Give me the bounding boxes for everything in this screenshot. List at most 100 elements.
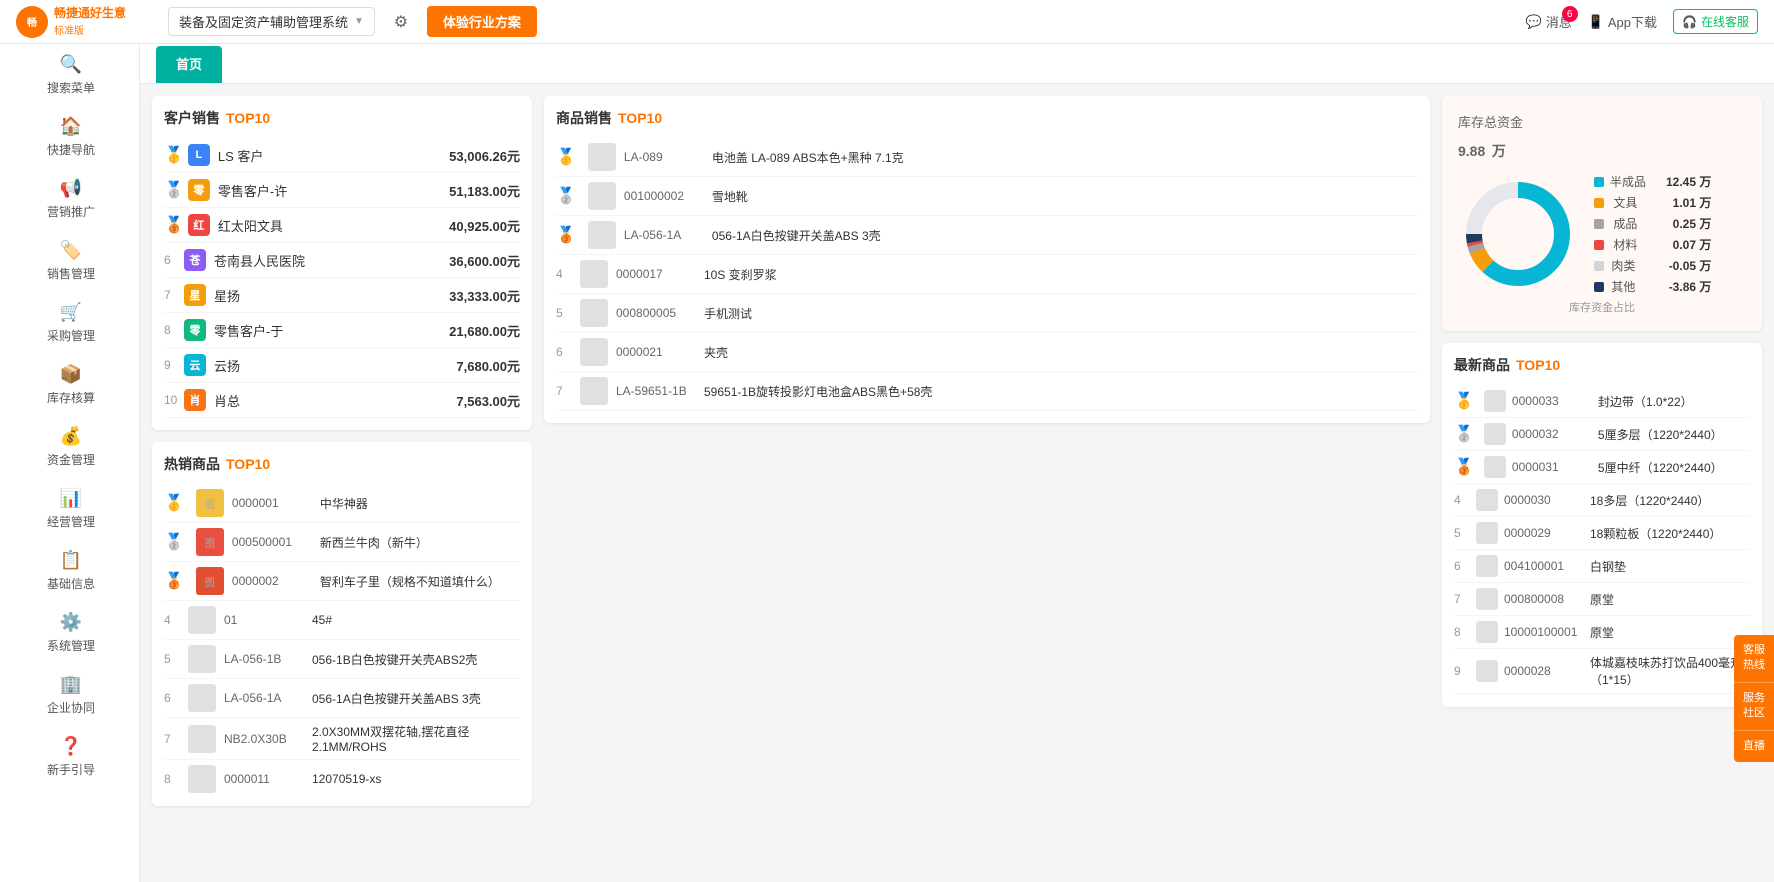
bronze-medal-icon: 🥉 [1454,457,1474,477]
silver-medal-icon: 🥈 [556,186,576,206]
gold-medal-icon: 🥇 [556,147,576,167]
product-name: 18颗粒板（1220*2440） [1590,525,1750,542]
rank-number: 10 [164,393,184,407]
rank-number: 7 [556,384,572,398]
rank-number: 6 [556,345,572,359]
product-sale-row: 4 0000017 10S 变刹罗浆 [556,255,1418,294]
content-area: 客户销售 TOP10 🥇 L LS 客户 53,006.26元 [140,84,1774,882]
home-icon: 🏠 [60,116,82,137]
legend-color-dot [1594,261,1604,271]
donut-chart [1458,174,1578,294]
customer-amount: 7,680.00元 [456,356,520,375]
product-thumbnail [1476,660,1498,682]
product-name: 18多层（1220*2440） [1590,492,1750,509]
sidebar-item-system[interactable]: ⚙️ 系统管理 [0,602,139,664]
sidebar-item-search[interactable]: 🔍 搜索菜单 [0,44,139,106]
app-download-button[interactable]: 📱 App下载 [1588,12,1657,31]
newest-product-row: 🥈 0000032 5厘多层（1220*2440） [1454,418,1750,451]
tab-home[interactable]: 首页 [156,46,222,83]
sidebar-item-guide[interactable]: ❓ 新手引导 [0,726,139,788]
sidebar-item-quicknav[interactable]: 🏠 快捷导航 [0,106,139,168]
product-thumbnail [188,765,216,793]
product-name: 10S 变刹罗浆 [704,266,1418,283]
sidebar-label-quicknav: 快捷导航 [47,141,95,158]
customer-name: 零售客户-于 [214,321,449,340]
product-thumbnail: 图 [196,489,224,517]
right-column: 库存总资金 9.88 万 [1442,96,1762,870]
product-code: LA-056-1A [624,228,704,242]
product-name: 056-1B白色按键开关壳ABS2壳 [312,651,520,668]
sidebar-item-operation[interactable]: 📊 经营管理 [0,478,139,540]
sidebar-item-sales[interactable]: 🏷️ 销售管理 [0,230,139,292]
sidebar-label-search: 搜索菜单 [47,79,95,96]
sidebar-label-marketing: 营销推广 [47,203,95,220]
service-community-button[interactable]: 服务社区 [1734,683,1774,731]
sidebar-item-enterprise[interactable]: 🏢 企业协同 [0,664,139,726]
legend-label: 材料 [1613,236,1663,253]
sidebar-item-finance[interactable]: 💰 资金管理 [0,416,139,478]
customer-amount: 40,925.00元 [449,216,520,235]
product-thumbnail [580,260,608,288]
sidebar-item-basic[interactable]: 📋 基础信息 [0,540,139,602]
finance-icon: 💰 [60,426,82,447]
bronze-medal-icon: 🥉 [164,215,184,235]
rank-number: 6 [164,253,184,267]
customer-name: LS 客户 [218,146,449,165]
sidebar-item-inventory[interactable]: 📦 库存核算 [0,354,139,416]
product-name: 5厘中纤（1220*2440） [1598,459,1750,476]
gold-medal-icon: 🥇 [164,493,184,513]
sidebar-label-finance: 资金管理 [47,451,95,468]
product-sales-list: 🥇 LA-089 电池盖 LA-089 ABS本色+黑种 7.1克 🥈 0010… [556,138,1418,411]
product-thumbnail [1476,489,1498,511]
legend-label: 文具 [1613,194,1663,211]
product-name: 056-1A白色按键开关盖ABS 3壳 [712,227,1418,244]
customer-amount: 51,183.00元 [449,181,520,200]
customer-badge: 苍 [184,249,206,271]
customer-rank-row: 8 零 零售客户-于 21,680.00元 [164,313,520,348]
bronze-medal-icon: 🥉 [164,571,184,591]
product-code: 0000011 [224,772,304,786]
live-stream-button[interactable]: 直播 [1734,731,1774,762]
customer-rank-row: 6 苍 苍南县人民医院 36,600.00元 [164,243,520,278]
customer-rank-row: 7 星 星扬 33,333.00元 [164,278,520,313]
product-code: 0000029 [1504,526,1584,540]
product-thumbnail: 图 [196,567,224,595]
legend-label: 肉类 [1611,257,1661,274]
inventory-icon: 📦 [60,364,82,385]
silver-medal-icon: 🥈 [1454,424,1474,444]
product-sale-row: 5 000800005 手机测试 [556,294,1418,333]
app-label: App下载 [1608,12,1657,31]
product-code: 0000021 [616,345,696,359]
customer-badge: 零 [184,319,206,341]
customer-badge: 零 [188,179,210,201]
message-button[interactable]: 💬 消息 6 [1526,12,1572,31]
marketing-icon: 📢 [60,178,82,199]
newest-product-row: 🥇 0000033 封边带（1.0*22） [1454,385,1750,418]
logo-area: 畅 畅捷通好生意 标准版 [16,6,156,38]
legend-item: 成品 0.25 万 [1594,215,1711,232]
customer-name: 星扬 [214,286,449,305]
product-thumbnail [1484,456,1506,478]
sidebar-label-sales: 销售管理 [47,265,95,282]
product-thumbnail [1476,555,1498,577]
product-thumbnail [588,182,616,210]
online-service-button[interactable]: 🎧 在线客服 [1673,9,1758,34]
customer-name: 苍南县人民医院 [214,251,449,270]
sidebar-label-system: 系统管理 [47,637,95,654]
sidebar-label-operation: 经营管理 [47,513,95,530]
sidebar-item-marketing[interactable]: 📢 营销推广 [0,168,139,230]
newest-product-row: 5 0000029 18颗粒板（1220*2440） [1454,517,1750,550]
sidebar-item-purchase[interactable]: 🛒 采购管理 [0,292,139,354]
product-code: 000800008 [1504,592,1584,606]
legend-value: 12.45 万 [1666,173,1711,190]
product-name: 雪地靴 [712,188,1418,205]
product-name: 夹壳 [704,344,1418,361]
trial-button[interactable]: 体验行业方案 [427,6,537,37]
product-name: 12070519-xs [312,772,520,786]
customer-service-button[interactable]: 客服热线 [1734,635,1774,683]
product-code: NB2.0X30B [224,732,304,746]
system-selector[interactable]: 装备及固定资产辅助管理系统 ▼ [168,7,375,36]
settings-icon[interactable]: ⚙ [387,8,415,36]
hot-product-row: 4 01 45# [164,601,520,640]
product-code: 000800005 [616,306,696,320]
